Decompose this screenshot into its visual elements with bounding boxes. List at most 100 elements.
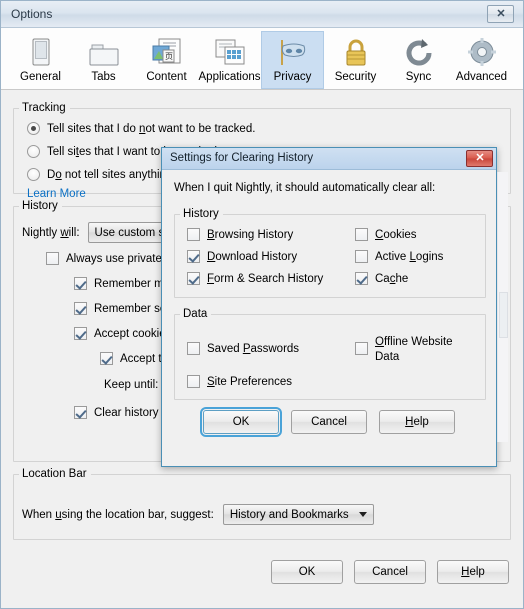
radio-indicator xyxy=(27,122,40,135)
checkbox-label: Offline Website Data xyxy=(375,336,453,363)
checkbox-indicator xyxy=(187,250,200,263)
privacy-mask-icon xyxy=(276,36,310,70)
checkbox-cache[interactable]: Cache xyxy=(355,272,408,285)
dialog-ok-button[interactable]: OK xyxy=(200,407,282,437)
general-icon xyxy=(24,36,58,70)
checkbox-cookies[interactable]: Cookies xyxy=(355,228,417,241)
checkbox-label: Saved Passwords xyxy=(207,342,300,355)
clear-history-dialog: Settings for Clearing History ✕ When I q… xyxy=(161,147,508,467)
checkbox-indicator xyxy=(100,352,113,365)
tab-privacy[interactable]: Privacy xyxy=(261,31,324,89)
radio-indicator xyxy=(27,145,40,158)
keep-until-row: Keep until: xyxy=(104,379,158,391)
tab-security[interactable]: Security xyxy=(324,31,387,89)
checkbox-label: Site Preferences xyxy=(207,375,293,388)
close-icon[interactable]: ✕ xyxy=(466,150,493,167)
tab-general-label: General xyxy=(20,71,61,83)
tab-applications-label: Applications xyxy=(198,71,261,83)
tab-security-label: Security xyxy=(334,71,377,83)
checkbox-offline-website-data[interactable]: Offline Website Data xyxy=(355,335,467,365)
checkbox-indicator xyxy=(355,250,368,263)
dialog-data-group: Data Saved Passwords Site Preferences Of… xyxy=(174,308,486,400)
chevron-down-icon xyxy=(358,512,367,517)
checkbox-saved-passwords[interactable]: Saved Passwords xyxy=(187,342,299,355)
tabs-icon xyxy=(87,36,121,70)
location-bar-suggest-row: When using the location bar, suggest: Hi… xyxy=(22,504,374,525)
lock-icon xyxy=(339,36,373,70)
checkbox-indicator xyxy=(74,406,87,419)
tracking-legend: Tracking xyxy=(22,102,66,114)
dialog-cancel-button[interactable]: Cancel xyxy=(291,410,367,434)
location-bar-group: Location Bar When using the location bar… xyxy=(13,468,511,540)
checkbox-download-history[interactable]: Download History xyxy=(187,250,297,263)
checkbox-indicator xyxy=(355,342,368,355)
checkbox-label: Cache xyxy=(375,272,409,285)
tracking-learn-more-row[interactable]: Learn More xyxy=(27,188,86,200)
tracking-option-0-label: Tell sites that I do not want to be trac… xyxy=(47,122,256,135)
nightly-will-label: Nightly will: xyxy=(22,226,80,239)
tab-content[interactable]: 页 Content xyxy=(135,31,198,89)
dialog-help-button[interactable]: Help xyxy=(379,410,455,434)
dialog-body: When I quit Nightly, it should automatic… xyxy=(162,170,496,467)
tab-applications[interactable]: Applications xyxy=(198,31,261,89)
location-bar-legend: Location Bar xyxy=(22,468,87,480)
location-bar-suggest-label: When using the location bar, suggest: xyxy=(22,508,214,521)
content-icon: 页 xyxy=(150,36,184,70)
checkbox-indicator xyxy=(187,272,200,285)
checkbox-indicator xyxy=(74,277,87,290)
checkbox-label: Browsing History xyxy=(207,228,294,241)
checkbox-active-logins[interactable]: Active Logins xyxy=(355,250,443,263)
checkbox-indicator xyxy=(187,228,200,241)
checkbox-indicator xyxy=(187,342,200,355)
learn-more-link[interactable]: Learn More xyxy=(27,188,86,200)
checkbox-form-search-history[interactable]: Form & Search History xyxy=(187,272,323,285)
checkbox-indicator xyxy=(355,272,368,285)
radio-indicator xyxy=(27,168,40,181)
cancel-button[interactable]: Cancel xyxy=(354,560,426,584)
dialog-intro-text: When I quit Nightly, it should automatic… xyxy=(174,182,436,194)
tab-tabs-label: Tabs xyxy=(91,71,116,83)
location-bar-suggest-dropdown[interactable]: History and Bookmarks xyxy=(222,504,374,525)
checkbox-indicator xyxy=(187,375,200,388)
dialog-scrollbar[interactable] xyxy=(497,172,508,442)
tab-privacy-label: Privacy xyxy=(273,71,312,83)
checkbox-browsing-history[interactable]: Browsing History xyxy=(187,228,293,241)
options-window: Options ✕ General Tabs 页 Content Applica… xyxy=(0,0,524,609)
tab-sync-label: Sync xyxy=(405,71,432,83)
dialog-data-legend: Data xyxy=(183,308,208,320)
checkbox-indicator xyxy=(46,252,59,265)
location-bar-suggest-value: History and Bookmarks xyxy=(229,508,349,521)
tab-sync[interactable]: Sync xyxy=(387,31,450,89)
dialog-history-group: History Browsing History Download Histor… xyxy=(174,208,486,298)
help-button[interactable]: Help xyxy=(437,560,509,584)
window-titlebar: Options ✕ xyxy=(1,1,523,28)
ok-button[interactable]: OK xyxy=(271,560,343,584)
applications-icon xyxy=(213,36,247,70)
sync-icon xyxy=(402,36,436,70)
close-glyph: ✕ xyxy=(496,7,505,20)
tab-tabs[interactable]: Tabs xyxy=(72,31,135,89)
close-glyph: ✕ xyxy=(475,152,484,164)
checkbox-label: Cookies xyxy=(375,228,417,241)
dialog-history-legend: History xyxy=(183,208,219,220)
keep-until-label: Keep until: xyxy=(104,379,159,391)
checkbox-site-preferences[interactable]: Site Preferences xyxy=(187,375,292,388)
tab-advanced[interactable]: Advanced xyxy=(450,31,513,89)
checkbox-indicator xyxy=(74,302,87,315)
svg-text:页: 页 xyxy=(165,52,173,61)
scrollbar-thumb[interactable] xyxy=(499,292,508,338)
gear-icon xyxy=(465,36,499,70)
close-icon[interactable]: ✕ xyxy=(487,5,514,23)
checkbox-indicator xyxy=(355,228,368,241)
window-title: Options xyxy=(11,7,53,21)
checkbox-indicator xyxy=(74,327,87,340)
checkbox-label: Form & Search History xyxy=(207,272,324,285)
tab-general[interactable]: General xyxy=(9,31,72,89)
history-legend: History xyxy=(22,200,58,212)
tracking-radio-do-not-track[interactable]: Tell sites that I do not want to be trac… xyxy=(27,122,255,135)
window-button-bar: OK Cancel Help xyxy=(1,549,523,595)
tab-content-label: Content xyxy=(146,71,187,83)
dialog-button-bar: OK Cancel Help xyxy=(162,407,496,437)
options-toolbar: General Tabs 页 Content Applications Priv… xyxy=(1,28,523,90)
checkbox-label: Download History xyxy=(207,250,298,263)
